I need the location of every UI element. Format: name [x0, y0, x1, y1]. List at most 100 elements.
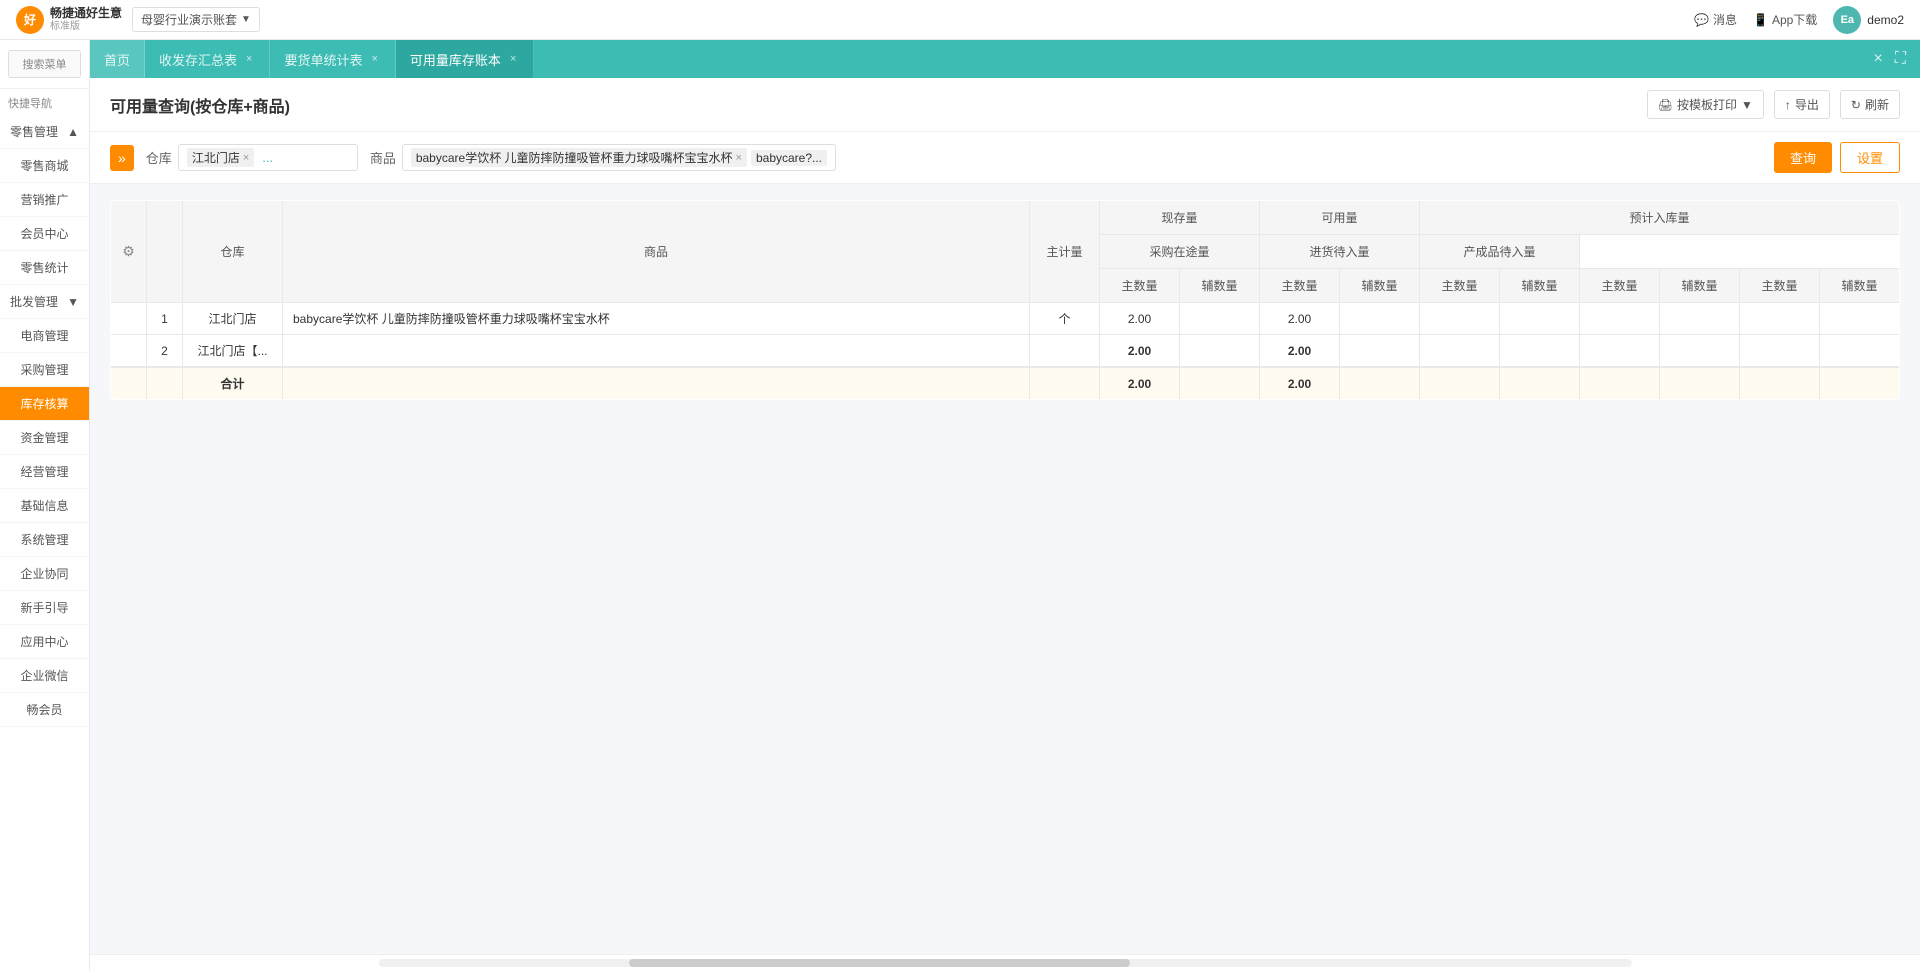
product-tag-1-text: babycare学饮杯 儿童防摔防撞吸管杯重力球吸嘴杯宝宝水杯 [416, 149, 733, 166]
sidebar-item-members[interactable]: 会员中心 [0, 217, 89, 251]
sidebar-item-apps[interactable]: 应用中心 [0, 625, 89, 659]
table-row: 1 江北门店 babycare学饮杯 儿童防摔防撞吸管杯重力球吸嘴杯宝宝水杯 个… [111, 303, 1900, 335]
product-tag-container[interactable]: babycare学饮杯 儿童防摔防撞吸管杯重力球吸嘴杯宝宝水杯 × babyca… [402, 144, 836, 171]
sidebar-item-ecommerce[interactable]: 电商管理 [0, 319, 89, 353]
tab-requisition-stats[interactable]: 要货单统计表 × [270, 40, 395, 78]
sidebar-item-marketing[interactable]: 营销推广 [0, 183, 89, 217]
query-button[interactable]: 查询 [1774, 142, 1832, 173]
warehouse-tag-container[interactable]: 江北门店 × ... [178, 144, 358, 171]
filter-toggle-button[interactable]: » [110, 145, 134, 171]
user-name: demo2 [1867, 13, 1904, 27]
warehouse-more-button[interactable]: ... [258, 150, 277, 165]
product-filter-label: 商品 [370, 148, 396, 167]
footer-stock-main: 2.00 [1100, 367, 1180, 400]
warehouse-tag-remove[interactable]: × [243, 152, 249, 164]
product-tag-2: babycare?... [751, 150, 827, 166]
msg-button[interactable]: 💬 消息 [1694, 11, 1737, 28]
export-button[interactable]: ↑ 导出 [1774, 90, 1830, 119]
content-area: 首页 收发存汇总表 × 要货单统计表 × 可用量库存账本 × × ⛶ [90, 40, 1920, 971]
tab-home[interactable]: 首页 [90, 40, 145, 78]
row2-inbound-pending-main [1580, 335, 1660, 368]
sidebar-item-retail-mgmt[interactable]: 零售管理▲ [0, 115, 89, 149]
sidebar-item-guide[interactable]: 新手引导 [0, 591, 89, 625]
refresh-icon: ↻ [1851, 98, 1861, 112]
close-all-tabs-button[interactable]: × [1869, 46, 1886, 72]
scrollbar-track[interactable] [379, 959, 1632, 967]
sidebar-item-wechat[interactable]: 企业微信 [0, 659, 89, 693]
row2-stock-main: 2.00 [1100, 335, 1180, 368]
row2-pur-transit-main [1420, 335, 1500, 368]
table-area: ⚙ 仓库 商品 主计量 现存量 可用量 预计入库量 采购在途量 [90, 184, 1920, 416]
tab-close-inventory-summary[interactable]: × [243, 52, 255, 66]
sidebar-item-inventory[interactable]: 库存核算 [0, 387, 89, 421]
tab-available-inventory[interactable]: 可用量库存账本 × [396, 40, 534, 78]
sidebar-item-retail-mall[interactable]: 零售商城 [0, 149, 89, 183]
col-stock-main-header: 主数量 [1100, 269, 1180, 303]
logo-area: 好 畅捷通好生意 标准版 [16, 6, 122, 34]
row2-finished-pending-aux [1820, 335, 1900, 368]
footer-avail-main: 2.00 [1260, 367, 1340, 400]
print-icon: 🖨 [1658, 98, 1673, 112]
sidebar-item-operations[interactable]: 经营管理 [0, 455, 89, 489]
footer-inbound-pending-main [1580, 367, 1660, 400]
sidebar-item-basics[interactable]: 基础信息 [0, 489, 89, 523]
search-menu-button[interactable]: 搜索菜单 [8, 50, 81, 78]
footer-unit [1030, 367, 1100, 400]
chevron-down-icon: ▼ [67, 295, 79, 309]
sidebar-item-member-service[interactable]: 畅会员 [0, 693, 89, 727]
app-download-button[interactable]: 📱 App下载 [1753, 11, 1817, 28]
row1-inbound-pending-main [1580, 303, 1660, 335]
product-tag-1: babycare学饮杯 儿童防摔防撞吸管杯重力球吸嘴杯宝宝水杯 × [411, 148, 747, 167]
product-tag-1-remove[interactable]: × [736, 152, 742, 164]
warehouse-tag: 江北门店 × [187, 148, 254, 167]
tab-bar: 首页 收发存汇总表 × 要货单统计表 × 可用量库存账本 × × ⛶ [90, 40, 1920, 78]
row1-finished-pending-main [1740, 303, 1820, 335]
tab-inventory-summary-label: 收发存汇总表 [159, 50, 237, 69]
template-print-button[interactable]: 🖨 按模板打印 ▼ [1647, 90, 1764, 119]
footer-settings [111, 367, 147, 400]
avatar: Ea [1833, 6, 1861, 34]
warehouse-tag-text: 江北门店 [192, 149, 240, 166]
logo-text-sub: 标准版 [50, 21, 122, 33]
row1-unit: 个 [1030, 303, 1100, 335]
top-bar-left: 好 畅捷通好生意 标准版 母婴行业演示账套 ▼ [16, 6, 260, 34]
footer-no [147, 367, 183, 400]
scrollbar-thumb[interactable] [629, 959, 1130, 967]
row1-avail-main: 2.00 [1260, 303, 1340, 335]
tab-close-available-inventory[interactable]: × [507, 52, 519, 66]
horizontal-scrollbar[interactable] [90, 954, 1920, 971]
col-stock-aux-header: 辅数量 [1180, 269, 1260, 303]
col-inbound-pending-aux-header: 辅数量 [1660, 269, 1740, 303]
settings-button[interactable]: 设置 [1840, 142, 1900, 173]
expand-button[interactable]: ⛶ [1891, 46, 1910, 72]
row1-no: 1 [147, 303, 183, 335]
industry-selector[interactable]: 母婴行业演示账套 ▼ [132, 7, 260, 32]
row2-finished-pending-main [1740, 335, 1820, 368]
refresh-button[interactable]: ↻ 刷新 [1840, 90, 1900, 119]
col-finished-pending-aux-header: 辅数量 [1820, 269, 1900, 303]
tab-close-requisition-stats[interactable]: × [368, 52, 380, 66]
sidebar-item-wholesale[interactable]: 批发管理▼ [0, 285, 89, 319]
tab-inventory-summary[interactable]: 收发存汇总表 × [145, 40, 270, 78]
row2-stock-aux [1180, 335, 1260, 368]
sidebar-item-system[interactable]: 系统管理 [0, 523, 89, 557]
footer-inbound-pending-aux [1660, 367, 1740, 400]
col-settings-header: ⚙ [111, 201, 147, 303]
chevron-icon: ▲ [67, 125, 79, 139]
user-area[interactable]: Ea demo2 [1833, 6, 1904, 34]
sidebar-item-purchase[interactable]: 采购管理 [0, 353, 89, 387]
table-settings-icon[interactable]: ⚙ [122, 243, 135, 259]
footer-finished-pending-main [1740, 367, 1820, 400]
footer-stock-aux [1180, 367, 1260, 400]
sidebar-item-retail-stats[interactable]: 零售统计 [0, 251, 89, 285]
col-unit-header: 主计量 [1030, 201, 1100, 303]
sidebar-item-finance[interactable]: 资金管理 [0, 421, 89, 455]
filter-area: » 仓库 江北门店 × ... 商品 babycare [90, 132, 1920, 184]
col-avail-main-header: 主数量 [1260, 269, 1340, 303]
footer-finished-pending-aux [1820, 367, 1900, 400]
row2-no: 2 [147, 335, 183, 368]
row1-stock-main: 2.00 [1100, 303, 1180, 335]
col-no-header [147, 201, 183, 303]
row1-avail-aux [1340, 303, 1420, 335]
sidebar-item-enterprise[interactable]: 企业协同 [0, 557, 89, 591]
